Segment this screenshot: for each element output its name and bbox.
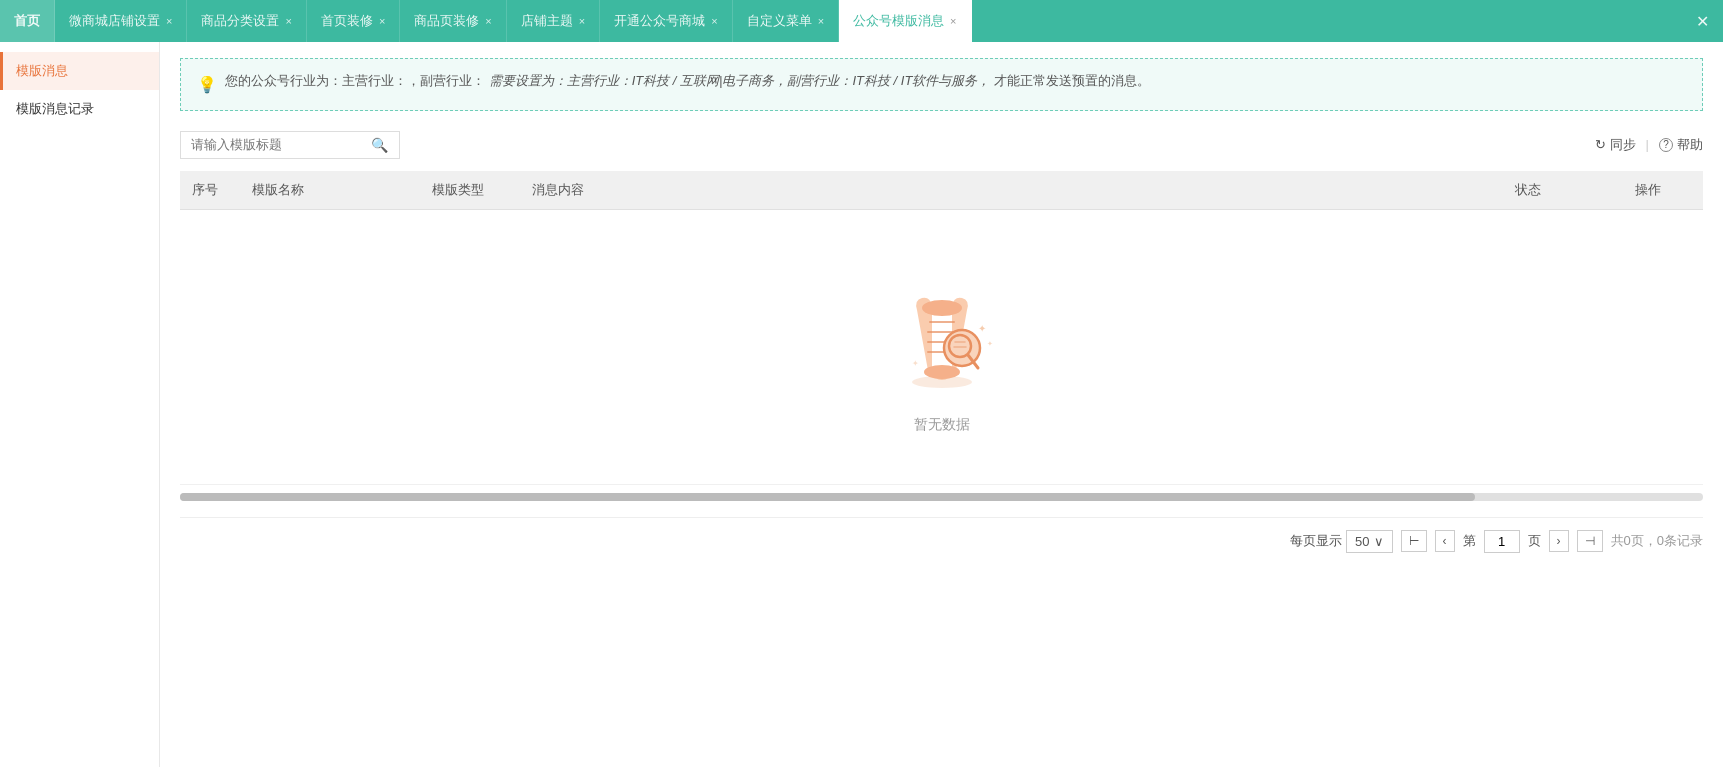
scrollbar-thumb[interactable] xyxy=(180,493,1475,501)
notice-icon: 💡 xyxy=(197,72,217,98)
nav-tab-homepage-close[interactable]: × xyxy=(379,15,385,27)
last-page-button[interactable]: ⊣ xyxy=(1577,530,1603,552)
empty-state: ✦ ✦ ✦ 暂无数据 xyxy=(192,220,1691,474)
nav-tab-homepage-label: 首页装修 xyxy=(321,12,373,30)
nav-tab-template-msg-close[interactable]: × xyxy=(950,15,956,27)
empty-state-cell: ✦ ✦ ✦ 暂无数据 xyxy=(180,209,1703,484)
search-input-wrap[interactable]: 🔍 xyxy=(180,131,400,159)
notice-highlight: 需要设置为：主营行业：IT科技 / 互联网|电子商务，副营行业：IT科技 / I… xyxy=(489,73,991,88)
sync-label: 同步 xyxy=(1610,136,1636,154)
toolbar-divider: | xyxy=(1646,137,1649,152)
col-action: 操作 xyxy=(1623,171,1703,210)
nav-tab-product-page-close[interactable]: × xyxy=(485,15,491,27)
nav-tab-theme-close[interactable]: × xyxy=(579,15,585,27)
nav-tab-wechat-shop-label: 开通公众号商城 xyxy=(614,12,705,30)
col-content: 消息内容 xyxy=(520,171,1503,210)
page-size-label: 每页显示 xyxy=(1290,532,1342,550)
sidebar-item-template-record-label: 模版消息记录 xyxy=(16,101,94,116)
col-type: 模版类型 xyxy=(420,171,520,210)
col-name: 模版名称 xyxy=(240,171,420,210)
nav-tab-custom-menu-label: 自定义菜单 xyxy=(747,12,812,30)
sync-icon: ↻ xyxy=(1595,137,1606,152)
empty-state-row: ✦ ✦ ✦ 暂无数据 xyxy=(180,209,1703,484)
nav-tab-wshop[interactable]: 微商城店铺设置 × xyxy=(55,0,187,42)
col-index: 序号 xyxy=(180,171,240,210)
prev-page-button[interactable]: ‹ xyxy=(1435,530,1455,552)
nav-tab-homepage[interactable]: 首页装修 × xyxy=(307,0,400,42)
page-size-dropdown[interactable]: 50 ∨ xyxy=(1346,530,1392,553)
top-navigation: 首页 微商城店铺设置 × 商品分类设置 × 首页装修 × 商品页装修 × 店铺主… xyxy=(0,0,1723,42)
col-status: 状态 xyxy=(1503,171,1623,210)
nav-tab-wechat-shop[interactable]: 开通公众号商城 × xyxy=(600,0,732,42)
nav-tab-template-msg[interactable]: 公众号模版消息 × xyxy=(839,0,971,42)
help-icon: ? xyxy=(1659,138,1673,152)
pagination-row: 每页显示 50 ∨ ⊢ ‹ 第 页 › ⊣ 共0页，0条记录 xyxy=(180,517,1703,557)
svg-text:✦: ✦ xyxy=(978,323,986,334)
sidebar-item-template-record[interactable]: 模版消息记录 xyxy=(0,90,159,128)
chevron-down-icon: ∨ xyxy=(1374,534,1384,549)
horizontal-scrollbar[interactable] xyxy=(180,493,1703,501)
total-info: 共0页，0条记录 xyxy=(1611,532,1703,550)
empty-illustration: ✦ ✦ ✦ xyxy=(882,280,1002,400)
nav-tab-product-page[interactable]: 商品页装修 × xyxy=(400,0,506,42)
nav-tab-theme-label: 店铺主题 xyxy=(521,12,573,30)
nav-tab-product-page-label: 商品页装修 xyxy=(414,12,479,30)
help-label: 帮助 xyxy=(1677,136,1703,154)
notice-text: 您的公众号行业为：主营行业：，副营行业： 需要设置为：主营行业：IT科技 / 互… xyxy=(225,71,1150,92)
sidebar-item-template-msg[interactable]: 模版消息 xyxy=(0,52,159,90)
nav-tab-category[interactable]: 商品分类设置 × xyxy=(187,0,306,42)
data-table: 序号 模版名称 模版类型 消息内容 状态 操作 xyxy=(180,171,1703,485)
page-size-select: 每页显示 50 ∨ xyxy=(1290,530,1392,553)
first-page-button[interactable]: ⊢ xyxy=(1401,530,1427,552)
nav-tab-template-msg-label: 公众号模版消息 xyxy=(853,12,944,30)
nav-tab-home[interactable]: 首页 xyxy=(0,0,55,42)
sidebar: 模版消息 模版消息记录 xyxy=(0,42,160,767)
sidebar-item-template-msg-label: 模版消息 xyxy=(16,63,68,78)
notice-suffix: 才能正常发送预置的消息。 xyxy=(994,73,1150,88)
nav-tab-theme[interactable]: 店铺主题 × xyxy=(507,0,600,42)
notice-box: 💡 您的公众号行业为：主营行业：，副营行业： 需要设置为：主营行业：IT科技 /… xyxy=(180,58,1703,111)
help-button[interactable]: ? 帮助 xyxy=(1659,136,1703,154)
svg-text:✦: ✦ xyxy=(912,359,919,368)
empty-text: 暂无数据 xyxy=(914,416,970,434)
nav-tab-custom-menu-close[interactable]: × xyxy=(818,15,824,27)
table-header-row: 序号 模版名称 模版类型 消息内容 状态 操作 xyxy=(180,171,1703,210)
toolbar-right: ↻ 同步 | ? 帮助 xyxy=(1595,136,1703,154)
nav-tab-home-label: 首页 xyxy=(14,12,40,30)
nav-tab-custom-menu[interactable]: 自定义菜单 × xyxy=(733,0,839,42)
svg-text:✦: ✦ xyxy=(987,340,993,347)
page-size-value: 50 xyxy=(1355,534,1369,549)
next-page-button[interactable]: › xyxy=(1549,530,1569,552)
main-layout: 模版消息 模版消息记录 💡 您的公众号行业为：主营行业：，副营行业： 需要设置为… xyxy=(0,42,1723,767)
nav-tab-wechat-shop-close[interactable]: × xyxy=(711,15,717,27)
search-row: 🔍 ↻ 同步 | ? 帮助 xyxy=(180,131,1703,159)
svg-point-1 xyxy=(922,300,962,316)
svg-point-2 xyxy=(924,365,960,379)
page-label-before: 第 xyxy=(1463,532,1476,550)
nav-tab-wshop-label: 微商城店铺设置 xyxy=(69,12,160,30)
nav-tab-category-label: 商品分类设置 xyxy=(201,12,279,30)
page-number-input[interactable] xyxy=(1484,530,1520,553)
sync-button[interactable]: ↻ 同步 xyxy=(1595,136,1636,154)
nav-tab-category-close[interactable]: × xyxy=(285,15,291,27)
nav-tab-wshop-close[interactable]: × xyxy=(166,15,172,27)
search-icon[interactable]: 🔍 xyxy=(371,137,388,153)
table-container: 序号 模版名称 模版类型 消息内容 状态 操作 xyxy=(180,171,1703,509)
page-label-after: 页 xyxy=(1528,532,1541,550)
close-all-button[interactable]: ✕ xyxy=(1682,12,1723,31)
search-input[interactable] xyxy=(191,137,371,152)
content-area: 💡 您的公众号行业为：主营行业：，副营行业： 需要设置为：主营行业：IT科技 /… xyxy=(160,42,1723,767)
notice-prefix: 您的公众号行业为：主营行业：，副营行业： xyxy=(225,73,485,88)
